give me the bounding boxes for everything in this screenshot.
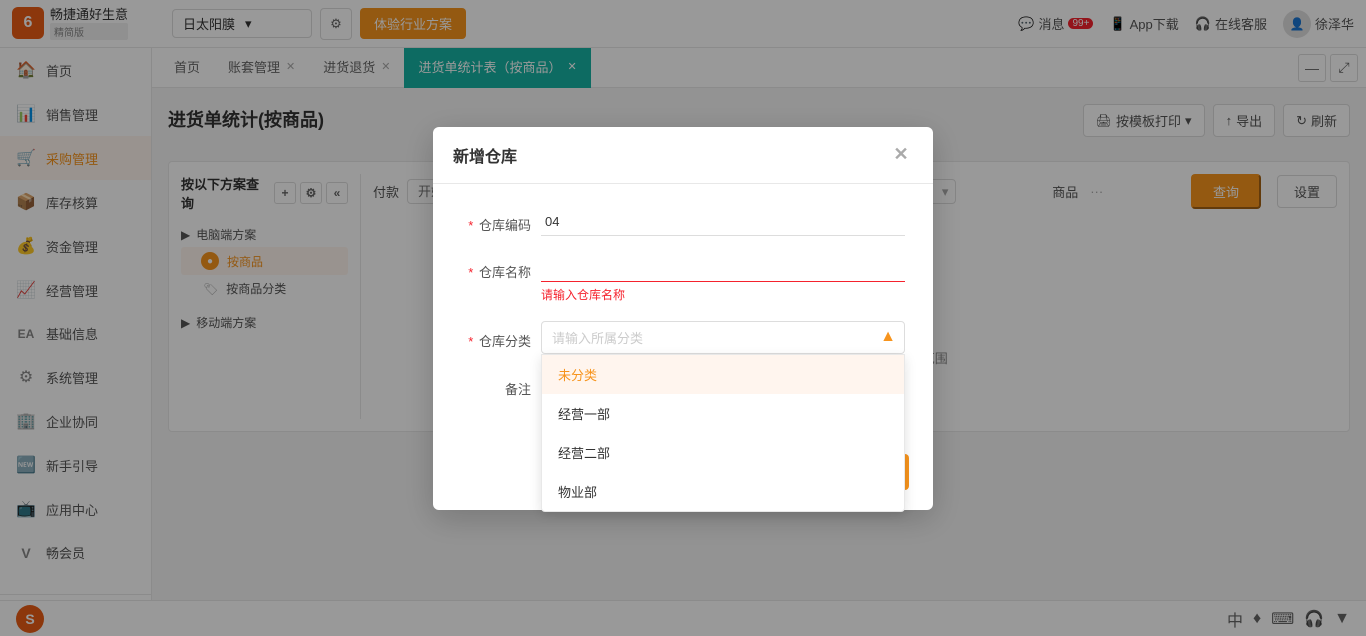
dropdown-option-property[interactable]: 物业部 xyxy=(542,472,904,511)
dropdown-option-op1[interactable]: 经营一部 xyxy=(542,394,904,433)
name-input[interactable] xyxy=(541,254,905,282)
category-label: * 仓库分类 xyxy=(461,324,541,350)
modal-close-button[interactable]: ✕ xyxy=(889,143,913,167)
name-error-msg: 请输入仓库名称 xyxy=(541,286,625,303)
category-dropdown-wrapper: 请输入所属分类 ▲ 未分类 经营一部 经营二部 物业部 xyxy=(541,321,905,354)
category-dropdown-trigger[interactable]: 请输入所属分类 ▲ xyxy=(541,321,905,354)
form-row-category: * 仓库分类 请输入所属分类 ▲ 未分类 经营一部 经营二部 物业部 xyxy=(461,321,905,354)
category-dropdown-list: 未分类 经营一部 经营二部 物业部 xyxy=(541,354,905,512)
name-label: * 仓库名称 xyxy=(461,255,541,281)
form-row-code: * 仓库编码 xyxy=(461,208,905,236)
modal-title: 新增仓库 xyxy=(453,143,517,167)
note-label: 备注 xyxy=(461,372,541,398)
modal-overlay: 新增仓库 ✕ * 仓库编码 * 仓库名称 xyxy=(0,0,1366,636)
modal-body: * 仓库编码 * 仓库名称 请输入仓库名称 xyxy=(433,184,933,442)
chevron-up-icon: ▲ xyxy=(880,328,896,346)
category-placeholder: 请输入所属分类 xyxy=(552,328,643,347)
dropdown-option-op2[interactable]: 经营二部 xyxy=(542,433,904,472)
dropdown-option-unclassified[interactable]: 未分类 xyxy=(542,355,904,394)
modal-header: 新增仓库 ✕ xyxy=(433,127,933,184)
modal-new-warehouse: 新增仓库 ✕ * 仓库编码 * 仓库名称 xyxy=(433,127,933,510)
form-row-name: * 仓库名称 请输入仓库名称 xyxy=(461,254,905,303)
code-input[interactable] xyxy=(541,208,905,236)
code-label: * 仓库编码 xyxy=(461,208,541,234)
